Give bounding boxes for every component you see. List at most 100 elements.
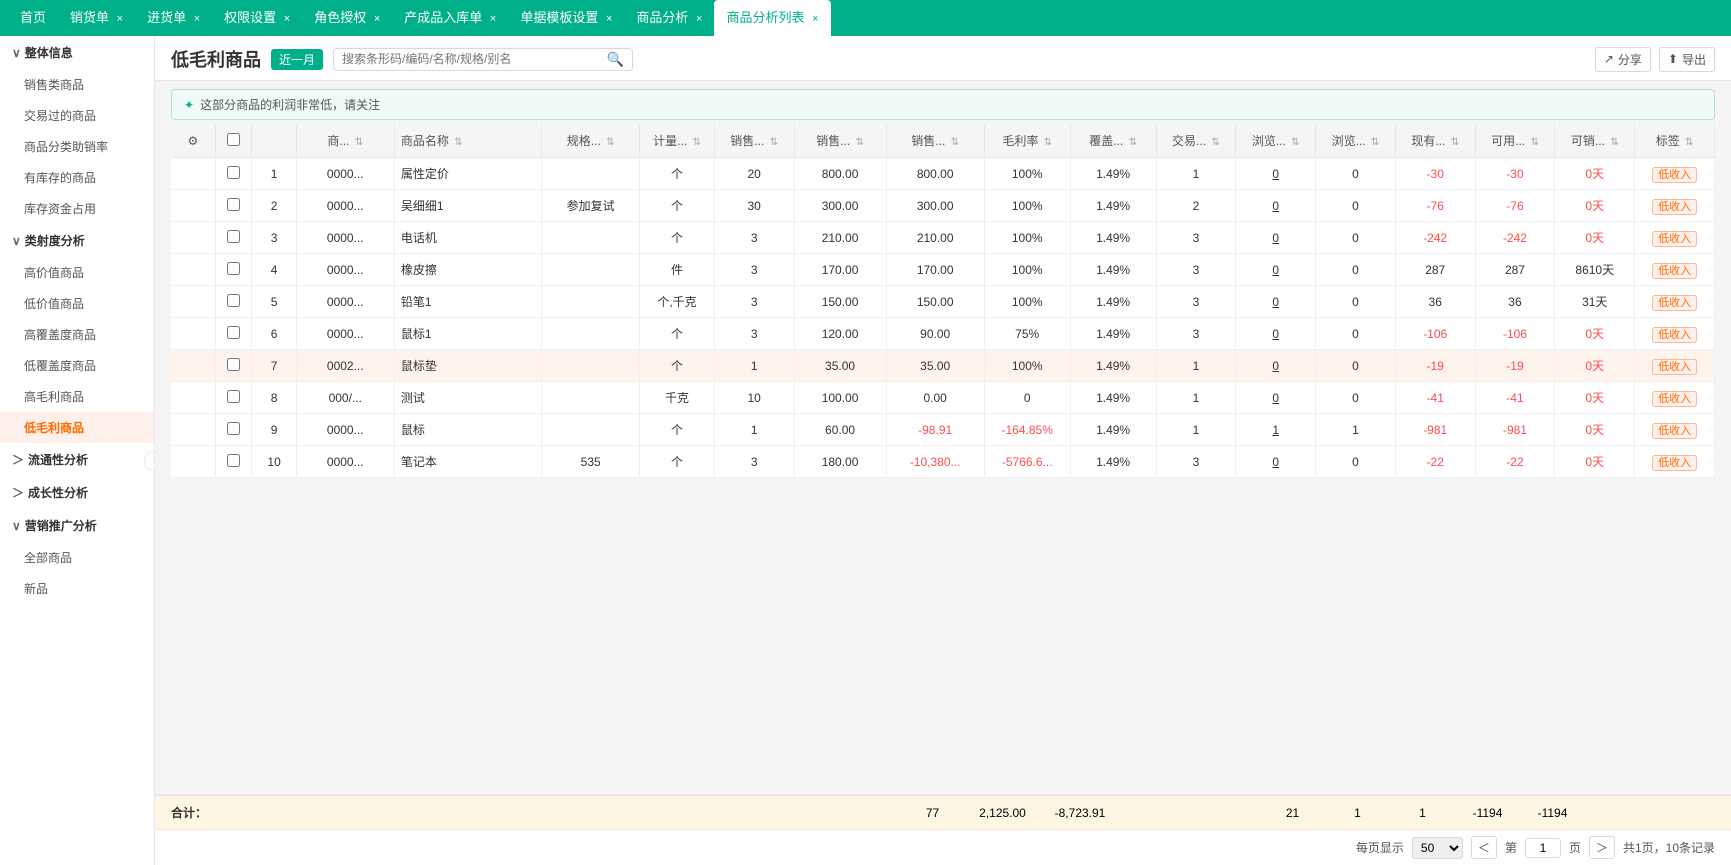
select-all-checkbox[interactable] (227, 133, 240, 146)
row-check[interactable] (215, 382, 252, 414)
close-icon[interactable]: × (812, 13, 818, 25)
browse1-link[interactable]: 0 (1272, 167, 1279, 181)
close-icon[interactable]: × (490, 13, 496, 25)
sidebar-collapse-button[interactable]: 《 (144, 451, 155, 471)
row-check[interactable] (215, 318, 252, 350)
sidebar-item-stock-capital[interactable]: 库存资金占用 (0, 193, 154, 224)
sidebar-item-low-value[interactable]: 低价值商品 (0, 288, 154, 319)
row-check[interactable] (215, 286, 252, 318)
row-checkbox[interactable] (227, 262, 240, 275)
row-checkbox[interactable] (227, 422, 240, 435)
trade-count-header[interactable]: 交易... ⇅ (1156, 124, 1236, 158)
nav-template-settings[interactable]: 单据模板设置 × (508, 0, 624, 36)
export-button[interactable]: ⬆ 导出 (1659, 47, 1715, 72)
row-browse1[interactable]: 0 (1236, 318, 1316, 350)
tag-header[interactable]: 标签 ⇅ (1635, 124, 1715, 158)
prev-page-button[interactable]: ＜ (1471, 836, 1497, 859)
row-checkbox[interactable] (227, 326, 240, 339)
close-icon[interactable]: × (194, 13, 200, 25)
table-container[interactable]: ⚙ 商... ⇅ 商品名称 ⇅ 规格... ⇅ 计量... ⇅ 销售... ⇅ … (155, 124, 1731, 790)
cover-rate-header[interactable]: 覆盖... ⇅ (1070, 124, 1156, 158)
row-check[interactable] (215, 446, 252, 478)
row-checkbox[interactable] (227, 454, 240, 467)
sale-profit-header[interactable]: 销售... ⇅ (886, 124, 984, 158)
row-browse1[interactable]: 1 (1236, 414, 1316, 446)
row-browse1[interactable]: 0 (1236, 254, 1316, 286)
name-header[interactable]: 商品名称 ⇅ (394, 124, 541, 158)
sidebar-item-traded-products[interactable]: 交易过的商品 (0, 100, 154, 131)
row-check[interactable] (215, 158, 252, 190)
nav-product-instock[interactable]: 产成品入库单 × (392, 0, 508, 36)
row-browse1[interactable]: 0 (1236, 350, 1316, 382)
sidebar-item-sales-products[interactable]: 销售类商品 (0, 69, 154, 100)
row-check[interactable] (215, 254, 252, 286)
scrollbar-container[interactable]: ⚙ 商... ⇅ 商品名称 ⇅ 规格... ⇅ 计量... ⇅ 销售... ⇅ … (171, 124, 1715, 478)
sidebar-item-stock-products[interactable]: 有库存的商品 (0, 162, 154, 193)
row-check[interactable] (215, 350, 252, 382)
next-page-button[interactable]: ＞ (1589, 836, 1615, 859)
row-checkbox[interactable] (227, 166, 240, 179)
page-size-select[interactable]: 50 100 200 (1412, 837, 1463, 859)
sidebar-item-low-coverage[interactable]: 低覆盖度商品 (0, 350, 154, 381)
sale-price-header[interactable]: 销售... ⇅ (794, 124, 886, 158)
row-checkbox[interactable] (227, 198, 240, 211)
sidebar-group-growth-analysis[interactable]: ＞ 成长性分析 (0, 476, 154, 509)
sale-qty-header[interactable]: 销售... ⇅ (714, 124, 794, 158)
browse1-link[interactable]: 0 (1272, 231, 1279, 245)
browse2-header[interactable]: 浏览... ⇅ (1316, 124, 1396, 158)
sidebar-group-class-analysis[interactable]: ∨ 类射度分析 (0, 224, 154, 257)
sidebar-item-high-margin[interactable]: 高毛利商品 (0, 381, 154, 412)
sidebar-item-high-coverage[interactable]: 高覆盖度商品 (0, 319, 154, 350)
sidebar-item-all-products[interactable]: 全部商品 (0, 542, 154, 573)
row-checkbox[interactable] (227, 294, 240, 307)
sidebar-item-low-margin[interactable]: 低毛利商品 (0, 412, 154, 443)
nav-role-auth[interactable]: 角色授权 × (302, 0, 392, 36)
current-stock-header[interactable]: 现有... ⇅ (1395, 124, 1475, 158)
settings-header[interactable]: ⚙ (171, 124, 215, 158)
search-input[interactable] (342, 52, 607, 66)
close-icon[interactable]: × (696, 13, 702, 25)
close-icon[interactable]: × (606, 13, 612, 25)
sidebar-group-overall-info[interactable]: ∨ 整体信息 (0, 36, 154, 69)
saleable-days-header[interactable]: 可销... ⇅ (1555, 124, 1635, 158)
row-browse1[interactable]: 0 (1236, 158, 1316, 190)
browse1-link[interactable]: 0 (1272, 327, 1279, 341)
sidebar-item-high-value[interactable]: 高价值商品 (0, 257, 154, 288)
browse1-link[interactable]: 1 (1272, 423, 1279, 437)
browse1-link[interactable]: 0 (1272, 295, 1279, 309)
nav-product-analysis-list[interactable]: 商品分析列表 × (714, 0, 830, 36)
browse1-link[interactable]: 0 (1272, 359, 1279, 373)
nav-sales-order[interactable]: 销货单 × (58, 0, 135, 36)
profit-rate-header[interactable]: 毛利率 ⇅ (984, 124, 1070, 158)
browse1-link[interactable]: 0 (1272, 199, 1279, 213)
sidebar-group-flow-analysis[interactable]: ＞ 流通性分析 (0, 443, 154, 476)
row-check[interactable] (215, 190, 252, 222)
search-icon[interactable]: 🔍 (607, 51, 624, 68)
browse1-link[interactable]: 0 (1272, 455, 1279, 469)
nav-purchase-order[interactable]: 进货单 × (135, 0, 212, 36)
row-check[interactable] (215, 222, 252, 254)
close-icon[interactable]: × (117, 13, 123, 25)
browse1-link[interactable]: 0 (1272, 263, 1279, 277)
row-checkbox[interactable] (227, 230, 240, 243)
code-header[interactable]: 商... ⇅ (296, 124, 394, 158)
period-tag-button[interactable]: 近一月 (271, 49, 323, 70)
close-icon[interactable]: × (374, 13, 380, 25)
nav-product-analysis[interactable]: 商品分析 × (624, 0, 714, 36)
row-checkbox[interactable] (227, 390, 240, 403)
row-browse1[interactable]: 0 (1236, 190, 1316, 222)
row-check[interactable] (215, 414, 252, 446)
spec-header[interactable]: 规格... ⇅ (542, 124, 640, 158)
available-stock-header[interactable]: 可用... ⇅ (1475, 124, 1555, 158)
browse1-link[interactable]: 0 (1272, 391, 1279, 405)
row-browse1[interactable]: 0 (1236, 382, 1316, 414)
share-button[interactable]: ↗ 分享 (1595, 47, 1651, 72)
close-icon[interactable]: × (284, 13, 290, 25)
nav-permission-settings[interactable]: 权限设置 × (212, 0, 302, 36)
row-browse1[interactable]: 0 (1236, 286, 1316, 318)
browse1-header[interactable]: 浏览... ⇅ (1236, 124, 1316, 158)
row-browse1[interactable]: 0 (1236, 446, 1316, 478)
nav-home[interactable]: 首页 (8, 0, 58, 36)
sidebar-group-marketing-analysis[interactable]: ∨ 营销推广分析 (0, 509, 154, 542)
row-browse1[interactable]: 0 (1236, 222, 1316, 254)
